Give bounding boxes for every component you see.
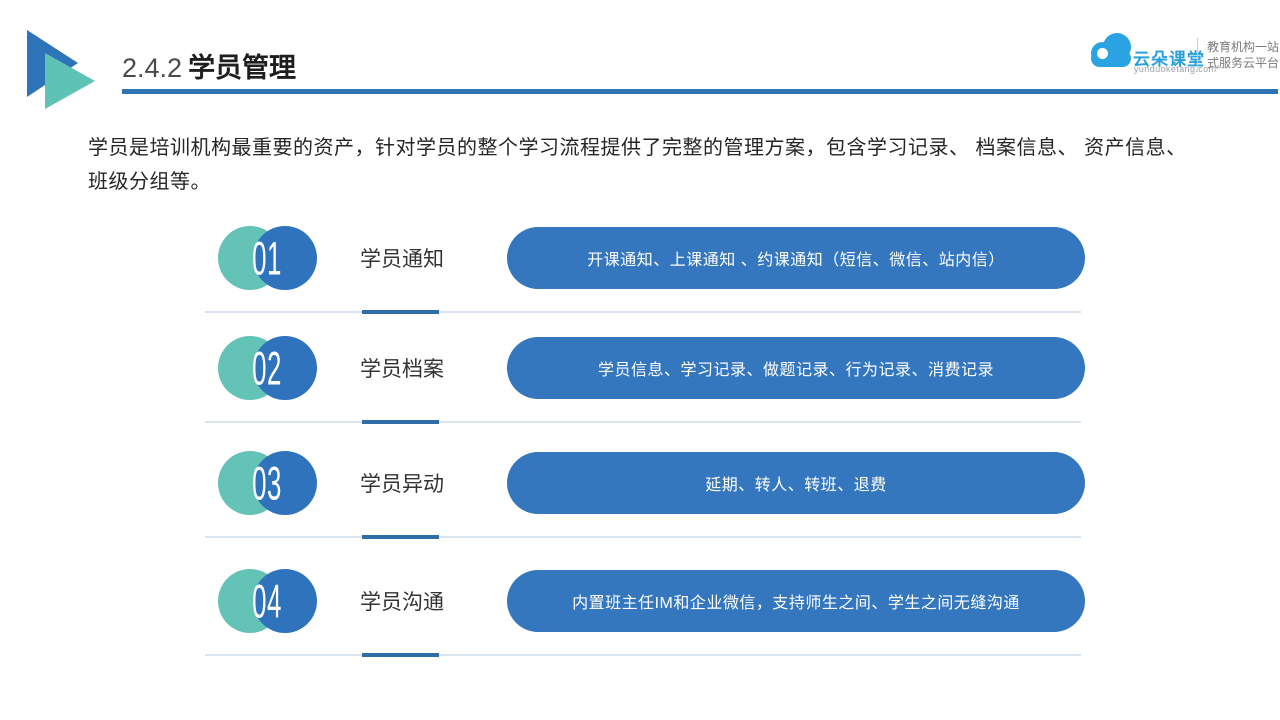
brand-tagline: 教育机构一站 式服务云平台 [1207,39,1279,71]
title-underline [122,89,1278,94]
feature-label: 学员通知 [360,243,444,273]
badge-number: 03 [248,460,287,507]
badge-number: 02 [248,345,287,392]
play-triangles-icon [24,26,104,111]
feature-description-pill: 延期、转人、转班、退费 [507,452,1085,514]
feature-label: 学员异动 [360,468,444,498]
cloud-logo-icon [1090,31,1132,69]
row-divider [205,654,1081,656]
row-divider-accent [362,310,439,314]
feature-description-pill: 开课通知、上课通知 、约课通知（短信、微信、站内信） [507,227,1085,289]
badge-number: 01 [248,235,287,282]
badge-number: 04 [248,578,287,625]
brand-divider [1197,38,1198,72]
row-divider [205,311,1081,313]
feature-row-3: 03 学员异动 延期、转人、转班、退费 [205,452,1083,514]
row-divider [205,536,1081,538]
page-title: 2.4.2学员管理 [122,52,296,84]
feature-row-1: 01 学员通知 开课通知、上课通知 、约课通知（短信、微信、站内信） [205,227,1083,289]
feature-description-pill: 内置班主任IM和企业微信，支持师生之间、学生之间无缝沟通 [507,570,1085,632]
brand-lockup: 云朵课堂 yunduoketang.com 教育机构一站 式服务云平台 [1090,28,1280,86]
row-divider-accent [362,653,439,657]
section-number: 2.4.2 [122,53,182,83]
brand-tagline-line2: 式服务云平台 [1207,55,1279,71]
slide-page: 2.4.2学员管理 云朵课堂 yunduoketang.com 教育机构一站 式… [0,0,1280,720]
feature-row-4: 04 学员沟通 内置班主任IM和企业微信，支持师生之间、学生之间无缝沟通 [205,570,1083,632]
number-badge: 01 [218,226,318,290]
brand-tagline-line1: 教育机构一站 [1207,39,1279,55]
number-badge: 02 [218,336,318,400]
row-divider-accent [362,535,439,539]
feature-row-2: 02 学员档案 学员信息、学习记录、做题记录、行为记录、消费记录 [205,337,1083,399]
feature-description-pill: 学员信息、学习记录、做题记录、行为记录、消费记录 [507,337,1085,399]
intro-paragraph: 学员是培训机构最重要的资产，针对学员的整个学习流程提供了完整的管理方案，包含学习… [88,131,1218,199]
number-badge: 04 [218,569,318,633]
feature-label: 学员档案 [360,353,444,383]
row-divider-accent [362,420,439,424]
section-title: 学员管理 [188,53,296,83]
number-badge: 03 [218,451,318,515]
feature-label: 学员沟通 [360,586,444,616]
row-divider [205,421,1081,423]
brand-domain: yunduoketang.com [1134,64,1216,74]
